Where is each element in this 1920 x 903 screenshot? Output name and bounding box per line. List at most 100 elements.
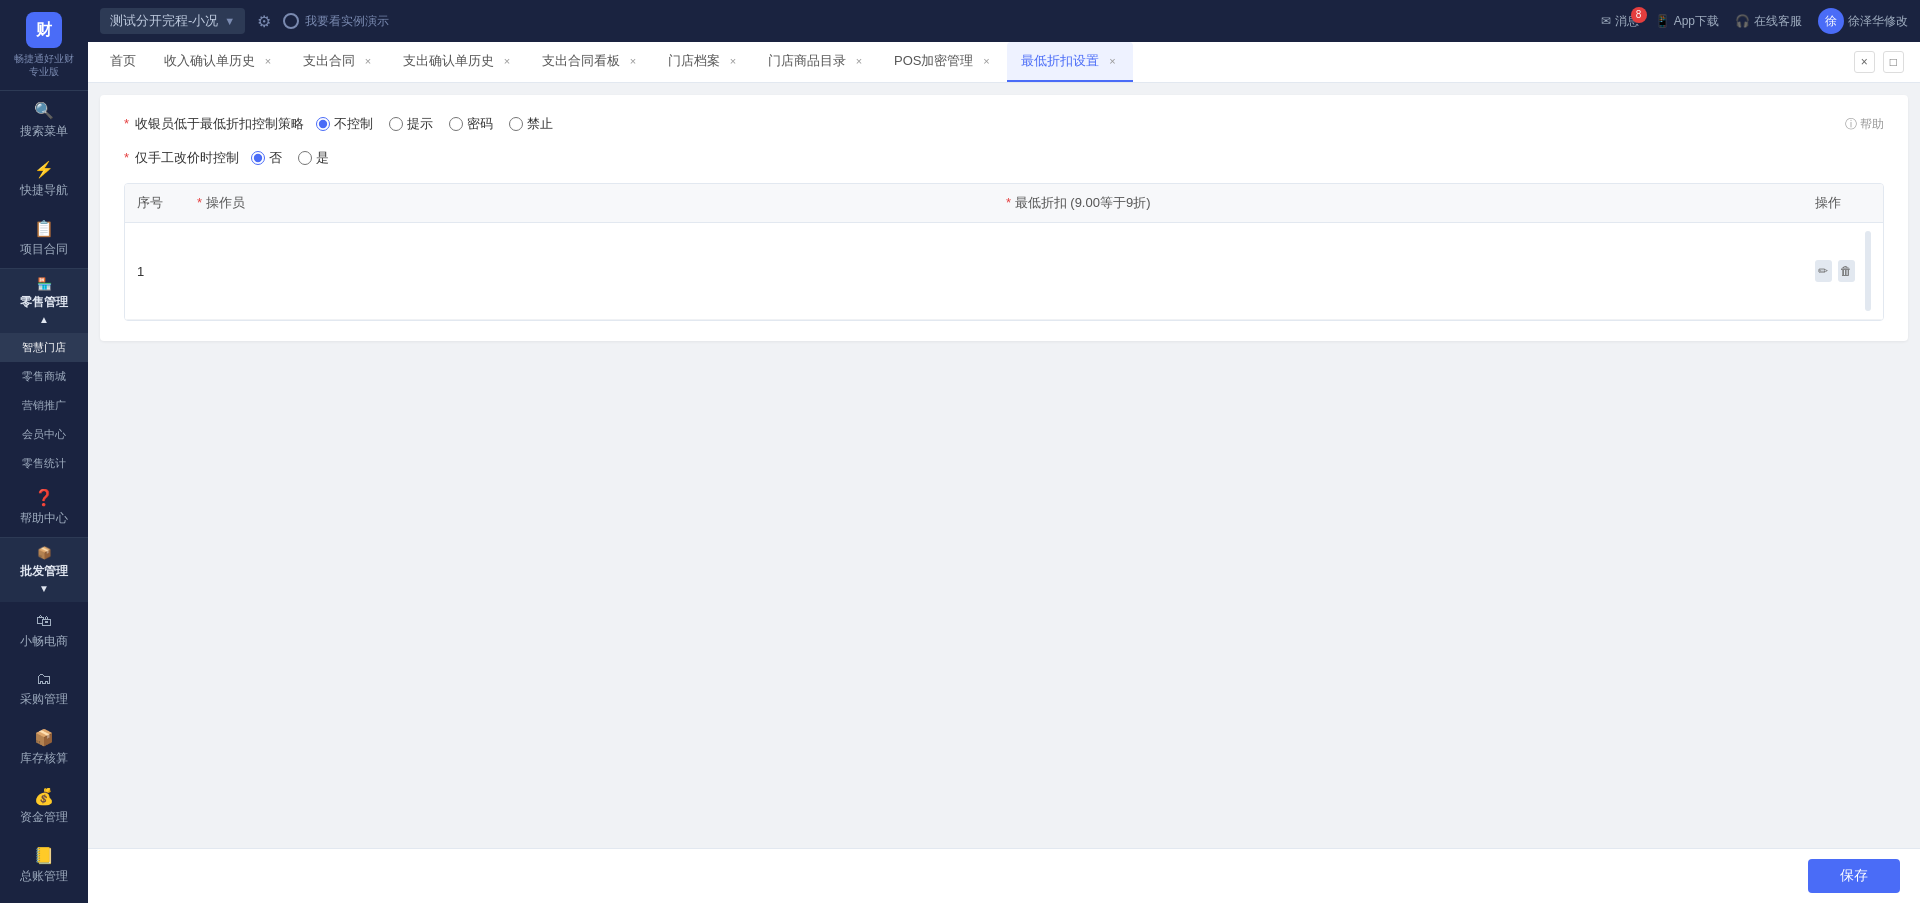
close-product-catalog-button[interactable]: ×: [852, 54, 866, 68]
radio-yes-input[interactable]: [298, 151, 312, 165]
message-button[interactable]: ✉ 消息 8: [1601, 13, 1639, 30]
radio-forbid-input[interactable]: [509, 117, 523, 131]
sidebar-item-member[interactable]: 会员中心: [0, 420, 88, 449]
sidebar-item-label-finance: 资金管理: [20, 809, 68, 826]
radio-password[interactable]: 密码: [449, 115, 493, 133]
edit-row-button[interactable]: ✏: [1815, 260, 1832, 282]
app-download-label: App下载: [1674, 13, 1719, 30]
online-support-button[interactable]: 🎧 在线客服: [1735, 13, 1802, 30]
radio-prompt-input[interactable]: [389, 117, 403, 131]
radio-no[interactable]: 否: [251, 149, 282, 167]
sidebar-item-search[interactable]: 🔍 搜索菜单: [0, 91, 88, 150]
close-payment-history-button[interactable]: ×: [500, 54, 514, 68]
demo-link[interactable]: 我要看实例演示: [283, 13, 389, 30]
tab-home[interactable]: 首页: [96, 42, 150, 82]
close-pos-password-button[interactable]: ×: [979, 54, 993, 68]
tab-min-discount-label: 最低折扣设置: [1021, 52, 1099, 70]
ledger-icon: 📒: [34, 846, 54, 865]
sidebar-item-label-help: 帮助中心: [20, 510, 68, 527]
sidebar-item-help[interactable]: ❓ 帮助中心: [0, 478, 88, 537]
tab-income-history-label: 收入确认单历史: [164, 52, 255, 70]
th-operator: * 操作员: [185, 184, 994, 222]
topbar-settings-button[interactable]: ⚙: [257, 12, 271, 31]
sidebar-item-nav[interactable]: ⚡ 快捷导航: [0, 150, 88, 209]
sidebar-item-wholesale[interactable]: 📦 批发管理 ▼: [0, 537, 88, 602]
headset-icon: 🎧: [1735, 14, 1750, 28]
radio-prompt[interactable]: 提示: [389, 115, 433, 133]
sidebar-item-ledger[interactable]: 📒 总账管理: [0, 836, 88, 895]
help-button[interactable]: ⓘ 帮助: [1845, 116, 1884, 133]
close-tab-button[interactable]: ×: [1854, 51, 1875, 73]
topbar: 测试分开完程-小况 ▼ ⚙ 我要看实例演示 ✉ 消息 8 📱 App下载 🎧 在…: [88, 0, 1920, 42]
main-area: 测试分开完程-小况 ▼ ⚙ 我要看实例演示 ✉ 消息 8 📱 App下载 🎧 在…: [88, 0, 1920, 903]
tab-income-history[interactable]: 收入确认单历史 ×: [150, 42, 289, 82]
sidebar-item-retail-stat[interactable]: 零售统计: [0, 449, 88, 478]
sidebar-item-project[interactable]: 📋 项目合同: [0, 209, 88, 268]
tab-pos-password[interactable]: POS加密管理 ×: [880, 42, 1007, 82]
sidebar-item-invoice[interactable]: 🧾 发票管理: [0, 895, 88, 903]
tab-min-discount[interactable]: 最低折扣设置 ×: [1007, 42, 1133, 82]
tabs-bar: 首页 收入确认单历史 × 支出合同 × 支出确认单历史 × 支出合同看板 × 门…: [88, 42, 1920, 83]
radio-forbid[interactable]: 禁止: [509, 115, 553, 133]
sidebar-item-retail-mall[interactable]: 零售商城: [0, 362, 88, 391]
sidebar-item-retail[interactable]: 🏪 零售管理 ▲: [0, 268, 88, 333]
purchase-icon: 🗂: [36, 670, 52, 688]
table-header: 序号 * 操作员 * 最低折扣 (9.00等于9折) 操作: [125, 184, 1883, 223]
radio-no-control-input[interactable]: [316, 117, 330, 131]
td-seq: 1: [125, 223, 185, 319]
sidebar-item-label-nav: 快捷导航: [20, 182, 68, 199]
tabs-actions: × □: [1846, 51, 1912, 73]
manual-control-label: * 仅手工改价时控制: [124, 149, 239, 167]
sidebar-logo: 财 畅捷通好业财 专业版: [0, 0, 88, 91]
ecommerce-icon: 🛍: [36, 612, 52, 630]
close-store-file-button[interactable]: ×: [726, 54, 740, 68]
th-actions: 操作: [1803, 184, 1883, 222]
tab-product-catalog[interactable]: 门店商品目录 ×: [754, 42, 880, 82]
discount-table: 序号 * 操作员 * 最低折扣 (9.00等于9折) 操作 1: [124, 183, 1884, 321]
sidebar-item-marketing[interactable]: 营销推广: [0, 391, 88, 420]
tab-contract[interactable]: 支出合同 ×: [289, 42, 389, 82]
tab-store-file[interactable]: 门店档案 ×: [654, 42, 754, 82]
sidebar-item-label-search: 搜索菜单: [20, 123, 68, 140]
tab-product-catalog-label: 门店商品目录: [768, 52, 846, 70]
td-operator: [185, 223, 994, 319]
sidebar-item-smart-store[interactable]: 智慧门店: [0, 333, 88, 362]
sidebar-item-finance[interactable]: 💰 资金管理: [0, 777, 88, 836]
maximize-tab-button[interactable]: □: [1883, 51, 1904, 73]
close-contract-board-button[interactable]: ×: [626, 54, 640, 68]
sidebar: 财 畅捷通好业财 专业版 🔍 搜索菜单 ⚡ 快捷导航 📋 项目合同 🏪 零售管理…: [0, 0, 88, 903]
save-button[interactable]: 保存: [1808, 859, 1900, 893]
settings-card: * 收银员低于最低折扣控制策略 不控制 提示 密码: [100, 95, 1908, 341]
app-download-button[interactable]: 📱 App下载: [1655, 13, 1719, 30]
app-download-icon: 📱: [1655, 14, 1670, 28]
manual-control-row: * 仅手工改价时控制 否 是: [124, 149, 1884, 167]
sidebar-item-purchase[interactable]: 🗂 采购管理: [0, 660, 88, 718]
radio-no-control[interactable]: 不控制: [316, 115, 373, 133]
avatar: 徐: [1818, 8, 1844, 34]
radio-no-input[interactable]: [251, 151, 265, 165]
control-strategy-label: * 收银员低于最低折扣控制策略: [124, 115, 304, 133]
tab-pos-password-label: POS加密管理: [894, 52, 973, 70]
sidebar-item-ecommerce[interactable]: 🛍 小畅电商: [0, 602, 88, 660]
help-icon: ❓: [34, 488, 54, 507]
delete-row-button[interactable]: 🗑: [1838, 260, 1855, 282]
user-menu-button[interactable]: 徐 徐泽华修改: [1818, 8, 1908, 34]
close-min-discount-button[interactable]: ×: [1105, 54, 1119, 68]
tab-payment-history[interactable]: 支出确认单历史 ×: [389, 42, 528, 82]
search-icon: 🔍: [34, 101, 54, 120]
radio-password-input[interactable]: [449, 117, 463, 131]
radio-yes[interactable]: 是: [298, 149, 329, 167]
project-dropdown-arrow-icon: ▼: [224, 15, 235, 27]
tab-contract-board[interactable]: 支出合同看板 ×: [528, 42, 654, 82]
table-scrollbar[interactable]: [1865, 231, 1871, 311]
sidebar-item-label-retail-mall: 零售商城: [22, 369, 66, 384]
sidebar-item-inventory[interactable]: 📦 库存核算: [0, 718, 88, 777]
edition-label: 专业版: [29, 65, 59, 78]
sidebar-item-label-retail: 零售管理: [20, 294, 68, 311]
control-strategy-radio-group: 不控制 提示 密码 禁止: [316, 115, 553, 133]
finance-icon: 💰: [34, 787, 54, 806]
project-selector[interactable]: 测试分开完程-小况 ▼: [100, 8, 245, 34]
demo-circle-icon: [283, 13, 299, 29]
close-income-history-button[interactable]: ×: [261, 54, 275, 68]
close-contract-button[interactable]: ×: [361, 54, 375, 68]
